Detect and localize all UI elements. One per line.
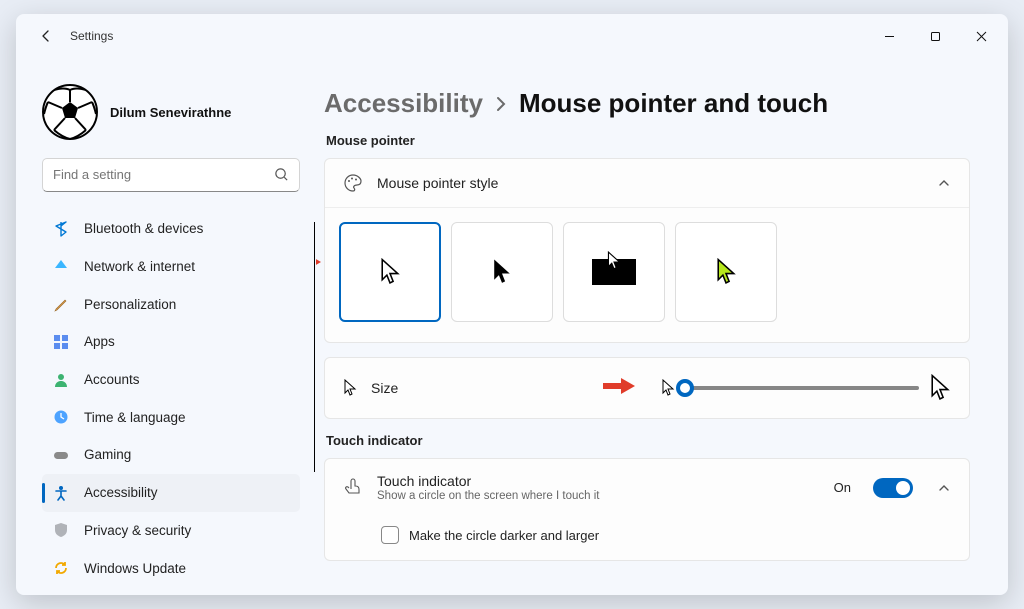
annotation-arrow — [316, 252, 321, 272]
size-title: Size — [371, 380, 398, 396]
style-title: Mouse pointer style — [377, 175, 498, 191]
pointer-style-custom[interactable] — [675, 222, 777, 322]
gaming-icon — [52, 446, 70, 464]
cursor-black-icon — [491, 258, 513, 286]
palette-icon — [343, 173, 363, 193]
search-box[interactable] — [42, 158, 300, 192]
cursor-small-icon — [343, 379, 357, 397]
minimize-button[interactable] — [866, 19, 912, 53]
close-icon — [976, 31, 987, 42]
sidebar-item-label: Apps — [84, 334, 115, 349]
breadcrumb-parent[interactable]: Accessibility — [324, 88, 483, 119]
cursor-min-icon — [661, 379, 675, 397]
sidebar-item-label: Personalization — [84, 297, 176, 312]
user-name: Dilum Senevirathne — [110, 105, 231, 120]
mouse-size-card: Size — [324, 357, 970, 419]
sidebar-item-accessibility[interactable]: Accessibility — [42, 474, 300, 512]
sidebar-item-accounts[interactable]: Accounts — [42, 361, 300, 399]
touch-icon — [343, 478, 363, 498]
sidebar-item-label: Time & language — [84, 410, 186, 425]
sidebar: Dilum Senevirathne Bluetooth & devices N… — [16, 58, 316, 595]
touch-toggle-row[interactable]: Touch indicator Show a circle on the scr… — [325, 459, 969, 516]
sidebar-item-label: Gaming — [84, 447, 131, 462]
breadcrumb-current: Mouse pointer and touch — [519, 88, 828, 119]
update-icon — [52, 559, 70, 577]
sidebar-item-label: Network & internet — [84, 259, 195, 274]
checkbox-label: Make the circle darker and larger — [409, 528, 599, 543]
sidebar-item-time[interactable]: Time & language — [42, 398, 300, 436]
chevron-up-icon — [937, 176, 951, 190]
touch-toggle-desc: Show a circle on the screen where I touc… — [377, 490, 599, 502]
maximize-icon — [930, 31, 941, 42]
privacy-icon — [52, 521, 70, 539]
search-icon — [274, 167, 289, 182]
sidebar-item-label: Accounts — [84, 372, 140, 387]
titlebar: Settings — [16, 14, 1008, 58]
main-content: Accessibility Mouse pointer and touch Mo… — [316, 58, 1008, 595]
pointer-style-black[interactable] — [451, 222, 553, 322]
toggle-state: On — [834, 480, 851, 495]
apps-icon — [52, 333, 70, 351]
search-input[interactable] — [53, 167, 274, 182]
sidebar-item-network[interactable]: Network & internet — [42, 247, 300, 285]
annotation-line — [314, 222, 315, 472]
slider-track[interactable] — [685, 386, 919, 390]
checkbox-darker[interactable] — [381, 526, 399, 544]
sidebar-item-privacy[interactable]: Privacy & security — [42, 512, 300, 550]
slider-thumb[interactable] — [676, 379, 694, 397]
toggle-knob — [896, 481, 910, 495]
accounts-icon — [52, 371, 70, 389]
soccer-ball-icon — [42, 84, 98, 140]
cursor-custom-icon — [715, 258, 737, 286]
chevron-up-icon[interactable] — [937, 481, 951, 495]
card-header-style[interactable]: Mouse pointer style — [325, 159, 969, 207]
arrow-left-icon — [39, 28, 55, 44]
inverted-demo — [592, 259, 636, 285]
section-label-touch: Touch indicator — [326, 433, 970, 448]
time-icon — [52, 408, 70, 426]
profile[interactable]: Dilum Senevirathne — [42, 58, 300, 158]
settings-window: Settings — [16, 14, 1008, 595]
minimize-icon — [884, 31, 895, 42]
touch-toggle[interactable] — [873, 478, 913, 498]
touch-darker-row[interactable]: Make the circle darker and larger — [325, 516, 969, 560]
sidebar-item-label: Accessibility — [84, 485, 158, 500]
chevron-right-icon — [495, 95, 507, 113]
pointer-style-options — [325, 207, 969, 342]
sidebar-item-label: Bluetooth & devices — [84, 221, 203, 236]
mouse-pointer-style-card: Mouse pointer style — [324, 158, 970, 343]
close-button[interactable] — [958, 19, 1004, 53]
avatar — [42, 84, 98, 140]
cursor-max-icon — [929, 374, 951, 402]
maximize-button[interactable] — [912, 19, 958, 53]
sidebar-item-bluetooth[interactable]: Bluetooth & devices — [42, 210, 300, 248]
sidebar-item-label: Windows Update — [84, 561, 186, 576]
sidebar-item-gaming[interactable]: Gaming — [42, 436, 300, 474]
pointer-style-inverted[interactable] — [563, 222, 665, 322]
personalization-icon — [52, 295, 70, 313]
annotation-arrow — [601, 376, 635, 396]
accessibility-icon — [52, 484, 70, 502]
back-button[interactable] — [30, 19, 64, 53]
network-icon — [52, 257, 70, 275]
sidebar-item-apps[interactable]: Apps — [42, 323, 300, 361]
size-slider[interactable] — [661, 374, 951, 402]
breadcrumb: Accessibility Mouse pointer and touch — [324, 88, 970, 119]
sidebar-nav: Bluetooth & devices Network & internet P… — [42, 210, 300, 587]
sidebar-item-label: Privacy & security — [84, 523, 191, 538]
bluetooth-icon — [52, 220, 70, 238]
cursor-white-icon — [379, 258, 401, 286]
touch-indicator-card: Touch indicator Show a circle on the scr… — [324, 458, 970, 561]
sidebar-item-update[interactable]: Windows Update — [42, 549, 300, 587]
section-label-mouse: Mouse pointer — [326, 133, 970, 148]
touch-toggle-title: Touch indicator — [377, 473, 599, 489]
pointer-style-white[interactable] — [339, 222, 441, 322]
app-name: Settings — [70, 29, 113, 43]
cursor-inverted-icon — [607, 251, 621, 271]
sidebar-item-personalization[interactable]: Personalization — [42, 285, 300, 323]
